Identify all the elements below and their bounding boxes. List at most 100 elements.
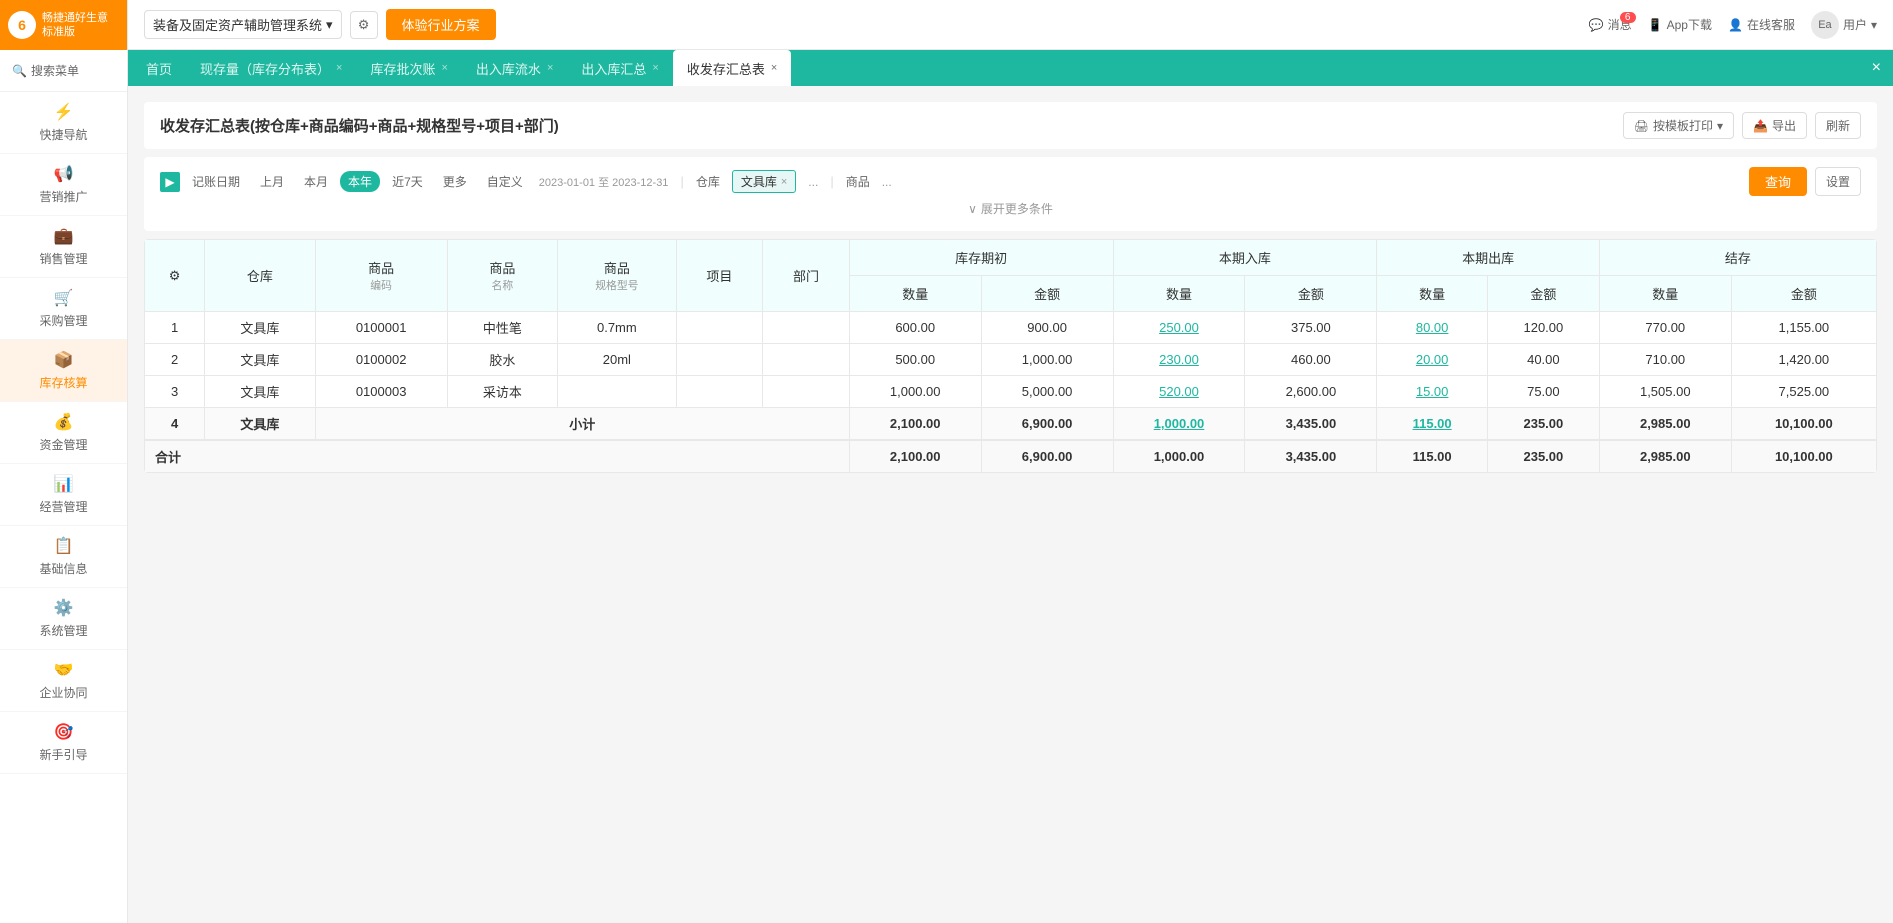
refresh-button[interactable]: 刷新: [1815, 112, 1861, 139]
tab-inventory-dist[interactable]: 现存量（库存分布表） ×: [186, 50, 356, 86]
subtotal-in-amount: 3,435.00: [1245, 408, 1377, 441]
user-chevron-icon: ▾: [1871, 18, 1877, 32]
sidebar-item-basic-info[interactable]: 📋基础信息: [0, 526, 127, 588]
subtotal-opening-qty: 2,100.00: [849, 408, 981, 441]
online-service-button[interactable]: 👤 在线客服: [1728, 16, 1795, 33]
date-shortcut-2[interactable]: 本年: [340, 171, 380, 192]
system-selector[interactable]: 装备及固定资产辅助管理系统 ▾: [144, 10, 342, 39]
subtotal-out-amount: 235.00: [1487, 408, 1599, 441]
collapse-arrow[interactable]: ▶: [160, 172, 180, 192]
search-menu-button[interactable]: 🔍 搜索菜单: [8, 58, 119, 83]
row-out-amount: 40.00: [1487, 344, 1599, 376]
sidebar-logo: 6 畅捷通好生意 标准版: [0, 0, 127, 50]
sidebar-item-operations[interactable]: 📊经营管理: [0, 464, 127, 526]
sidebar-item-system[interactable]: ⚙️系统管理: [0, 588, 127, 650]
nav-icon-operations: 📊: [54, 474, 74, 494]
row-goods-name: 胶水: [447, 344, 558, 376]
tab-close-in-out-summary[interactable]: ×: [652, 62, 658, 74]
row-in-qty[interactable]: 230.00: [1113, 344, 1245, 376]
row-closing-amount: 7,525.00: [1731, 376, 1876, 408]
row-in-qty[interactable]: 250.00: [1113, 312, 1245, 344]
row-closing-qty: 1,505.00: [1599, 376, 1731, 408]
row-opening-amount: 5,000.00: [981, 376, 1113, 408]
tab-in-out-summary[interactable]: 出入库汇总 ×: [567, 50, 672, 86]
row-in-qty[interactable]: 520.00: [1113, 376, 1245, 408]
export-icon: 📤: [1753, 119, 1768, 133]
tab-recv-send-summary[interactable]: 收发存汇总表 ×: [673, 50, 791, 86]
warehouse-tag-close-icon[interactable]: ×: [781, 176, 787, 188]
tab-in-out-flow[interactable]: 出入库流水×: [462, 50, 567, 86]
filter-settings-button[interactable]: 设置: [1815, 167, 1861, 196]
goods-label: 商品: [846, 173, 870, 190]
nav-label-finance: 资金管理: [39, 436, 87, 453]
close-all-tabs-button[interactable]: ×: [1864, 59, 1889, 77]
row-closing-amount: 1,155.00: [1731, 312, 1876, 344]
date-shortcut-5[interactable]: 自定义: [479, 171, 531, 192]
message-button[interactable]: 💬 消息 6: [1589, 16, 1632, 33]
sidebar-item-quick-nav[interactable]: ⚡快捷导航: [0, 92, 127, 154]
date-shortcut-4[interactable]: 更多: [435, 171, 475, 192]
tab-label-recv-send-summary: 收发存汇总表: [687, 59, 765, 78]
row-department: [763, 312, 850, 344]
row-out-qty[interactable]: 80.00: [1377, 312, 1488, 344]
tab-close-inventory-dist[interactable]: ×: [336, 62, 342, 74]
row-in-amount: 460.00: [1245, 344, 1377, 376]
row-out-qty[interactable]: 15.00: [1377, 376, 1488, 408]
row-warehouse: 文具库: [205, 376, 316, 408]
sidebar-item-collab[interactable]: 🤝企业协同: [0, 650, 127, 712]
sidebar-item-guide[interactable]: 🎯新手引导: [0, 712, 127, 774]
nav-label-marketing: 营销推广: [39, 188, 87, 205]
tab-batch-account[interactable]: 库存批次账 ×: [356, 50, 461, 86]
subtotal-closing-amount: 10,100.00: [1731, 408, 1876, 441]
page-title: 收发存汇总表(按仓库+商品编码+商品+规格型号+项目+部门): [160, 115, 559, 136]
sidebar-item-marketing[interactable]: 📢 营销推广: [0, 154, 127, 216]
query-button[interactable]: 查询: [1749, 167, 1807, 196]
warehouse-tag[interactable]: 文具库 ×: [732, 170, 796, 193]
col-project-header: 项目: [676, 240, 763, 312]
tab-close-in-out-flow[interactable]: ×: [547, 62, 553, 74]
app-download-button[interactable]: 📱 App下载: [1648, 16, 1712, 33]
export-button[interactable]: 📤 导出: [1742, 112, 1807, 139]
row-out-amount: 120.00: [1487, 312, 1599, 344]
tab-label-in-out-summary: 出入库汇总: [581, 59, 646, 78]
nav-icon-inventory: 📦: [54, 350, 74, 370]
row-opening-amount: 900.00: [981, 312, 1113, 344]
total-closing-qty: 2,985.00: [1599, 440, 1731, 473]
date-shortcut-1[interactable]: 本月: [296, 171, 336, 192]
warehouse-tag-text: 文具库: [741, 173, 777, 190]
tab-close-batch-account[interactable]: ×: [441, 62, 447, 74]
date-shortcut-0[interactable]: 上月: [252, 171, 292, 192]
table-row: 1 文具库 0100001 中性笔 0.7mm 600.00 900.00 25…: [145, 312, 1877, 344]
col-settings[interactable]: ⚙: [145, 240, 205, 312]
total-opening-amount: 6,900.00: [981, 440, 1113, 473]
sidebar-search-area[interactable]: 🔍 搜索菜单: [0, 50, 127, 92]
expand-conditions-button[interactable]: ∨ 展开更多条件: [160, 196, 1861, 221]
row-in-amount: 375.00: [1245, 312, 1377, 344]
tab-close-recv-send-summary[interactable]: ×: [771, 62, 777, 74]
settings-icon[interactable]: ⚙: [350, 11, 378, 39]
row-index: 2: [145, 344, 205, 376]
col-period-out-header: 本期出库: [1377, 240, 1600, 276]
row-department: [763, 376, 850, 408]
topbar-left: 装备及固定资产辅助管理系统 ▾ ⚙ 体验行业方案: [144, 9, 496, 40]
col-closing-amount: 金额: [1731, 276, 1876, 312]
goods-more-button[interactable]: ...: [882, 175, 892, 189]
row-goods-name: 中性笔: [447, 312, 558, 344]
sidebar-item-inventory[interactable]: 📦库存核算: [0, 340, 127, 402]
tab-label-inventory-dist: 现存量（库存分布表）: [200, 59, 330, 78]
table-settings-icon[interactable]: ⚙: [169, 268, 181, 283]
nav-icon-marketing: 📢: [54, 164, 74, 184]
sidebar-item-sales[interactable]: 💼销售管理: [0, 216, 127, 278]
print-button[interactable]: 🖨 按模板打印 ▾: [1623, 112, 1734, 139]
tab-home[interactable]: 首页: [132, 50, 186, 86]
tab-label-batch-account: 库存批次账: [370, 59, 435, 78]
sidebar-item-finance[interactable]: 💰资金管理: [0, 402, 127, 464]
warehouse-more-button[interactable]: ...: [808, 175, 818, 189]
row-out-qty[interactable]: 20.00: [1377, 344, 1488, 376]
sidebar-item-purchase[interactable]: 🛒采购管理: [0, 278, 127, 340]
date-shortcut-3[interactable]: 近7天: [384, 171, 431, 192]
row-in-amount: 2,600.00: [1245, 376, 1377, 408]
user-menu[interactable]: Ea 用户 ▾: [1811, 11, 1877, 39]
trial-button[interactable]: 体验行业方案: [386, 9, 496, 40]
subtotal-out-qty: 115.00: [1377, 408, 1488, 441]
